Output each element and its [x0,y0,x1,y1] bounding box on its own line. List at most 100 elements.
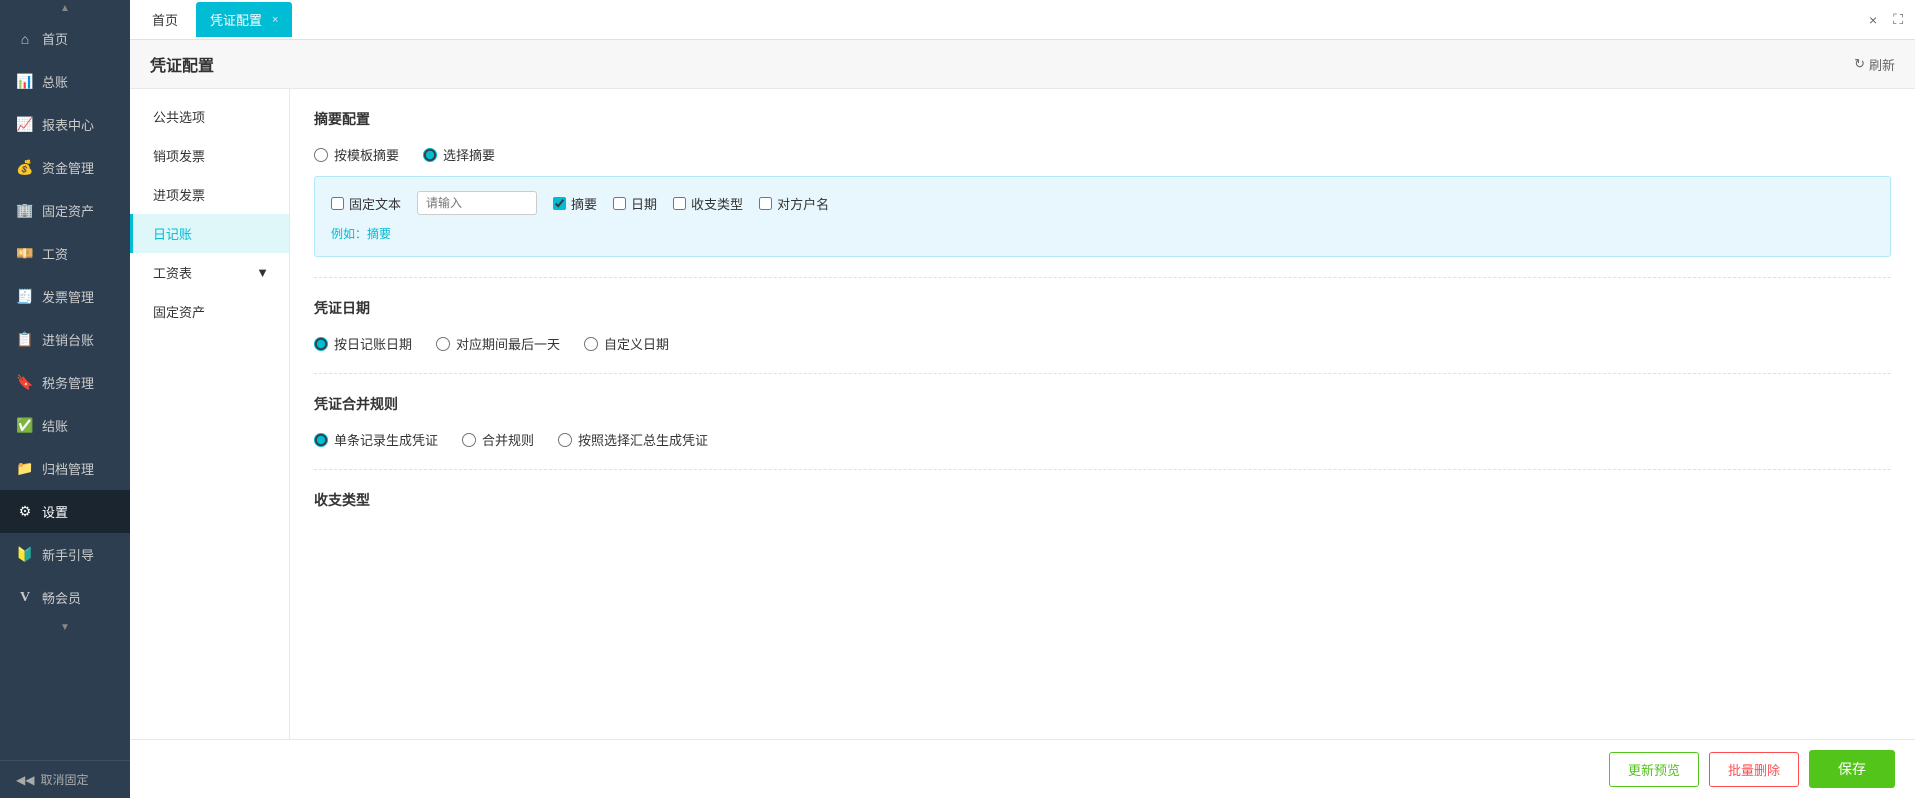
voucher-date-section: 凭证日期 按日记账日期 对应期间最后一天 自定义日期 [314,298,1891,374]
refresh-button[interactable]: ↻ 刷新 [1854,55,1895,74]
summary-config-section: 摘要配置 按模板摘要 选择摘要 [314,109,1891,278]
sidebar-label-settings: 设置 [42,502,68,521]
income-expense-title: 收支类型 [314,490,1891,510]
sidebar-scroll-up[interactable]: ▲ [0,0,130,17]
voucher-merge-radio-input-1[interactable] [314,433,328,447]
summary-radio-group: 按模板摘要 选择摘要 [314,145,1891,164]
voucher-merge-section: 凭证合并规则 单条记录生成凭证 合并规则 按照选择汇总生成凭证 [314,394,1891,470]
sidebar-label-guide: 新手引导 [42,545,94,564]
summary-radio-select[interactable]: 选择摘要 [423,145,495,164]
voucher-date-label-2: 对应期间最后一天 [456,334,560,353]
sidebar-item-sales-ledger[interactable]: 📋 进销台账 [0,318,130,361]
nav-label-purchase-invoice: 进项发票 [153,185,205,204]
tab-close-icon[interactable]: × [272,14,278,26]
sidebar-item-salary[interactable]: 💴 工资 [0,232,130,275]
counter-party-checkbox-label: 对方户名 [777,194,829,213]
voucher-date-radio-input-2[interactable] [436,337,450,351]
window-resize-button[interactable]: ⛶ [1889,9,1907,30]
archive-icon: 📁 [16,460,34,477]
right-content: 摘要配置 按模板摘要 选择摘要 [290,89,1915,739]
sidebar-item-guide[interactable]: 🔰 新手引导 [0,533,130,576]
save-button[interactable]: 保存 [1809,750,1895,788]
voucher-merge-radio-input-2[interactable] [462,433,476,447]
tab-bar: 首页 凭证配置 × × ⛶ [130,0,1915,40]
nav-item-public[interactable]: 公共选项 [130,97,289,136]
voucher-date-label-3: 自定义日期 [604,334,669,353]
fixed-text-label: 固定文本 [349,194,401,213]
counter-party-checkbox[interactable] [759,197,772,210]
home-icon: ⌂ [16,31,34,47]
window-close-button[interactable]: × [1865,10,1881,30]
income-expense-checkbox-label: 收支类型 [691,194,743,213]
voucher-date-radio-2[interactable]: 对应期间最后一天 [436,334,560,353]
assets-icon: 🏢 [16,202,34,219]
voucher-merge-radio-group: 单条记录生成凭证 合并规则 按照选择汇总生成凭证 [314,430,1891,449]
nav-item-purchase-invoice[interactable]: 进项发票 [130,175,289,214]
date-checkbox[interactable] [613,197,626,210]
summary-radio-select-label: 选择摘要 [443,145,495,164]
voucher-date-radio-3[interactable]: 自定义日期 [584,334,669,353]
fixed-text-input[interactable] [417,191,537,215]
summary-checkbox[interactable] [553,197,566,210]
voucher-date-radio-1[interactable]: 按日记账日期 [314,334,412,353]
sidebar-item-funds[interactable]: 💰 资金管理 [0,146,130,189]
sidebar-item-report[interactable]: 📈 报表中心 [0,103,130,146]
sidebar-item-vip[interactable]: V 畅会员 [0,576,130,619]
voucher-date-radio-input-1[interactable] [314,337,328,351]
sidebar-label-archive: 归档管理 [42,459,94,478]
sidebar-item-invoice-mgmt[interactable]: 🧾 发票管理 [0,275,130,318]
nav-item-sales-invoice[interactable]: 销项发票 [130,136,289,175]
sidebar-item-settings[interactable]: ⚙ 设置 [0,490,130,533]
voucher-merge-radio-2[interactable]: 合并规则 [462,430,534,449]
voucher-date-label-1: 按日记账日期 [334,334,412,353]
sidebar-label-tax: 税务管理 [42,373,94,392]
update-preview-button[interactable]: 更新预览 [1609,752,1699,787]
sidebar-item-ledger[interactable]: 📊 总账 [0,60,130,103]
tab-voucher-config[interactable]: 凭证配置 × [196,2,292,37]
report-icon: 📈 [16,116,34,133]
nav-item-diary[interactable]: 日记账 [130,214,289,253]
summary-radio-template-input[interactable] [314,148,328,162]
fixed-text-checkbox[interactable] [331,197,344,210]
sidebar-item-home[interactable]: ⌂ 首页 [0,17,130,60]
sidebar-label-salary: 工资 [42,244,68,263]
counter-party-checkbox-item[interactable]: 对方户名 [759,194,829,213]
batch-delete-button[interactable]: 批量删除 [1709,752,1799,787]
date-checkbox-item[interactable]: 日期 [613,194,657,213]
sidebar-item-archive[interactable]: 📁 归档管理 [0,447,130,490]
sidebar-label-report: 报表中心 [42,115,94,134]
sidebar-unpin-button[interactable]: ◀◀ 取消固定 [0,760,130,798]
summary-config-row: 固定文本 摘要 日期 [331,191,1874,215]
tab-home-label: 首页 [152,10,178,29]
voucher-date-radio-input-3[interactable] [584,337,598,351]
fixed-text-checkbox-item[interactable]: 固定文本 [331,194,401,213]
nav-item-salary-table[interactable]: 工资表 ▼ [130,253,289,292]
sidebar-label-funds: 资金管理 [42,158,94,177]
voucher-merge-radio-input-3[interactable] [558,433,572,447]
summary-checkbox-item[interactable]: 摘要 [553,194,597,213]
voucher-merge-radio-1[interactable]: 单条记录生成凭证 [314,430,438,449]
tab-home[interactable]: 首页 [138,2,192,37]
income-expense-checkbox[interactable] [673,197,686,210]
summary-radio-template-label: 按模板摘要 [334,145,399,164]
sidebar-label-vip: 畅会员 [42,588,81,607]
tab-voucher-config-label: 凭证配置 [210,10,262,29]
income-expense-checkbox-item[interactable]: 收支类型 [673,194,743,213]
sidebar-scroll-down[interactable]: ▼ [0,619,130,636]
nav-label-public: 公共选项 [153,107,205,126]
date-checkbox-label: 日期 [631,194,657,213]
voucher-merge-label-2: 合并规则 [482,430,534,449]
voucher-date-radio-group: 按日记账日期 对应期间最后一天 自定义日期 [314,334,1891,353]
sidebar-item-settlement[interactable]: ✅ 结账 [0,404,130,447]
vip-icon: V [16,590,34,606]
sidebar-item-tax[interactable]: 🔖 税务管理 [0,361,130,404]
voucher-merge-radio-3[interactable]: 按照选择汇总生成凭证 [558,430,708,449]
summary-radio-select-input[interactable] [423,148,437,162]
sidebar-label-sales-ledger: 进销台账 [42,330,94,349]
nav-label-sales-invoice: 销项发票 [153,146,205,165]
invoice-mgmt-icon: 🧾 [16,288,34,305]
nav-item-fixed-assets[interactable]: 固定资产 [130,292,289,331]
sidebar-item-assets[interactable]: 🏢 固定资产 [0,189,130,232]
sidebar-label-ledger: 总账 [42,72,68,91]
summary-radio-template[interactable]: 按模板摘要 [314,145,399,164]
